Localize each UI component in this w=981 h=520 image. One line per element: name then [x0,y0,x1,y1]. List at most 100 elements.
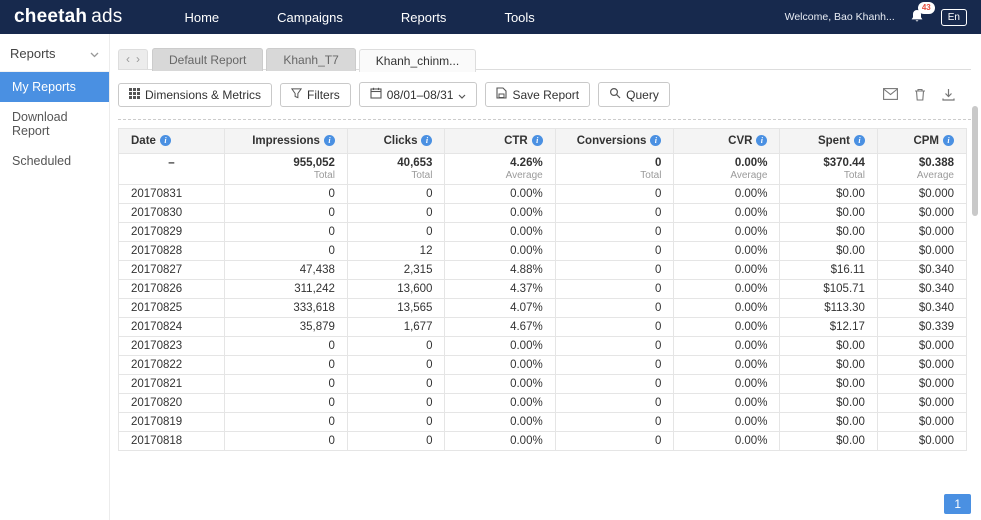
column-label: Date [131,135,156,147]
value-cell: 0.00% [673,222,781,242]
sidebar-item-scheduled[interactable]: Scheduled [0,146,109,176]
date-cell: 20170820 [118,393,225,413]
value-cell: 0 [554,412,675,432]
column-header-conversions[interactable]: Conversions i [554,128,675,154]
nav-item-home[interactable]: Home [184,10,219,25]
page-1-button[interactable]: 1 [944,494,971,514]
value-cell: 0 [554,184,675,204]
table-row: 20170826 311,242 13,600 4.37% 0 0.00% $105.71 $… [118,279,968,299]
column-header-clicks[interactable]: Clicks i [346,128,446,154]
value-cell: 0.00% [444,355,556,375]
toolbar: Dimensions & Metrics Filters 08/01–08/31… [118,82,971,107]
filters-button[interactable]: Filters [280,82,351,107]
table-row: 20170828 0 12 0.00% 0 0.00% $0.00 $0.000 [118,241,968,261]
value-cell: 0.00% [673,374,781,394]
date-cell: 20170825 [118,298,225,318]
brand-light: ads [91,6,123,27]
nav-item-reports[interactable]: Reports [401,10,447,25]
value-cell: $0.000 [876,222,968,242]
column-header-ctr[interactable]: CTR i [444,128,556,154]
value-cell: 0 [554,374,675,394]
tab-khanh-chinm[interactable]: Khanh_chinm... [358,49,477,72]
date-range-button[interactable]: 08/01–08/31 [358,82,478,107]
value-cell: $0.000 [876,203,968,223]
summary-cell: – [118,153,225,185]
value-cell: $113.30 [779,298,878,318]
summary-value: 0 [655,157,662,169]
value-cell: 12 [346,241,446,261]
summary-cell: $0.388 Average [876,153,968,185]
vertical-scrollbar[interactable] [972,106,978,216]
brand-logo[interactable]: cheetah ads [14,6,122,28]
summary-sublabel: Total [313,170,335,181]
value-cell: 0.00% [673,412,781,432]
column-label: Spent [817,135,850,147]
value-cell: 0 [346,374,446,394]
date-cell: 20170830 [118,203,225,223]
date-cell: 20170831 [118,184,225,204]
sidebar-section-reports[interactable]: Reports [0,34,109,72]
column-label: CVR [728,135,753,147]
column-header-impressions[interactable]: Impressions i [224,128,348,154]
column-label: Conversions [576,135,647,147]
sidebar-item-my-reports[interactable]: My Reports [0,72,109,102]
value-cell: 13,565 [346,298,446,318]
column-header-cpm[interactable]: CPM i [876,128,968,154]
value-cell: 13,600 [346,279,446,299]
tab-prev-icon[interactable]: ‹ [126,52,130,66]
dimensions-metrics-button[interactable]: Dimensions & Metrics [118,82,273,107]
value-cell: 1,677 [346,317,446,337]
table-row: 20170818 0 0 0.00% 0 0.00% $0.00 $0.000 [118,431,968,451]
column-header-spent[interactable]: Spent i [779,128,878,154]
value-cell: 0.00% [673,184,781,204]
info-icon: i [756,135,768,146]
date-cell: 20170824 [118,317,225,337]
report-tabstrip: ‹ › Default Report Khanh_T7 Khanh_chinm... [118,46,971,72]
table-header-row: Date i Impressions i Clicks i CTR i Conversions i… [118,128,968,154]
summary-sublabel: Average [730,170,768,181]
value-cell: 0.00% [444,336,556,356]
download-icon[interactable] [942,88,955,101]
tab-khanh-t7[interactable]: Khanh_T7 [266,48,356,71]
sidebar-section-label: Reports [10,46,56,61]
save-icon [496,87,507,102]
value-cell: 4.37% [444,279,556,299]
value-cell: 0 [224,412,348,432]
sidebar-item-download-report[interactable]: Download Report [0,102,109,146]
date-cell: 20170823 [118,336,225,356]
query-button[interactable]: Query [598,82,670,107]
value-cell: $0.000 [876,355,968,375]
tab-scroll-arrows[interactable]: ‹ › [118,49,148,69]
table-row: 20170823 0 0 0.00% 0 0.00% $0.00 $0.000 [118,336,968,356]
summary-sublabel [131,170,212,181]
language-button[interactable]: En [940,8,967,26]
value-cell: 0.00% [673,393,781,413]
value-cell: $0.000 [876,431,968,451]
date-cell: 20170818 [118,431,225,451]
notifications-button[interactable]: 43 [909,2,935,26]
value-cell: 0 [346,393,446,413]
value-cell: 2,315 [346,260,446,280]
value-cell: 0 [554,355,675,375]
column-header-date[interactable]: Date i [118,128,225,154]
save-report-button[interactable]: Save Report [485,82,591,107]
summary-value: 4.26% [510,157,543,169]
email-icon[interactable] [883,88,898,101]
column-header-cvr[interactable]: CVR i [673,128,781,154]
value-cell: 0 [346,355,446,375]
tab-default-report[interactable]: Default Report [152,48,264,71]
date-cell: 20170827 [118,260,225,280]
nav-item-campaigns[interactable]: Campaigns [277,10,343,25]
value-cell: 0 [346,203,446,223]
trash-icon[interactable] [914,88,926,101]
nav-item-tools[interactable]: Tools [504,10,534,25]
summary-value: 40,653 [397,157,433,169]
username[interactable]: Bao Khanh... [834,11,895,23]
value-cell: $0.00 [779,355,878,375]
value-cell: $0.340 [876,279,968,299]
funnel-icon [290,87,303,102]
summary-sublabel: Total [843,170,865,181]
value-cell: 0 [224,222,348,242]
tab-next-icon[interactable]: › [136,52,140,66]
value-cell: $0.339 [876,317,968,337]
